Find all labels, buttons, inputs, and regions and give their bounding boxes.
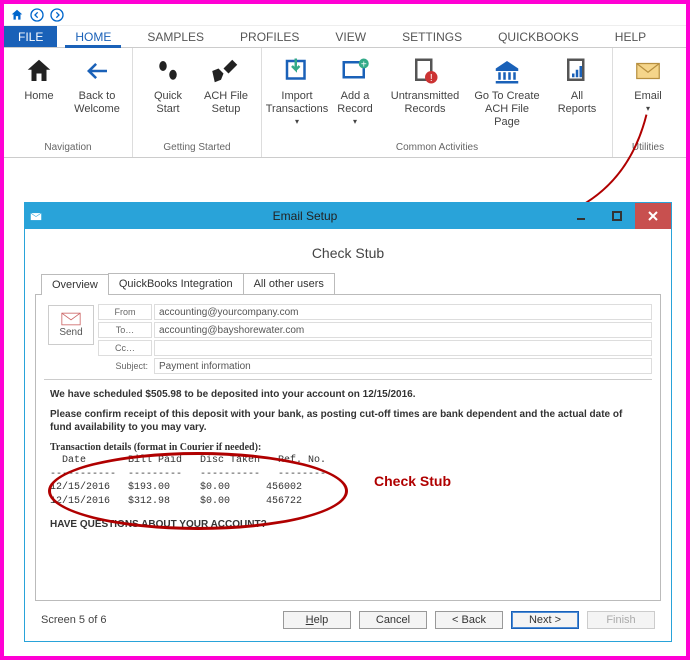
body-footer: HAVE QUESTIONS ABOUT YOUR ACCOUNT? <box>50 518 646 532</box>
tab-file[interactable]: FILE <box>4 26 57 47</box>
table-row: 12/15/2016 $312.98 $0.00 456722 <box>50 495 646 509</box>
tab-help[interactable]: HELP <box>597 26 664 47</box>
chevron-down-icon: ▾ <box>295 117 299 127</box>
to-label[interactable]: To… <box>98 322 152 338</box>
tab-samples[interactable]: SAMPLES <box>129 26 222 47</box>
body-line: We have scheduled $505.98 to be deposite… <box>50 388 646 402</box>
back-button[interactable]: < Back <box>435 611 503 629</box>
envelope-icon <box>633 54 663 88</box>
group-title: Navigation <box>4 139 132 157</box>
nav-back-icon[interactable] <box>28 6 46 24</box>
quick-access-toolbar <box>4 4 686 26</box>
help-button[interactable]: Help <box>283 611 351 629</box>
subject-value[interactable]: Payment information <box>154 358 652 374</box>
next-button[interactable]: Next > <box>511 611 579 629</box>
chevron-down-icon: ▾ <box>646 104 650 114</box>
sub-tab-qb-integration[interactable]: QuickBooks Integration <box>108 273 244 294</box>
tab-quickbooks[interactable]: QUICKBOOKS <box>480 26 597 47</box>
ribbon-quick-start-button[interactable]: Quick Start <box>139 50 197 116</box>
tab-home[interactable]: HOME <box>57 26 129 47</box>
ribbon-tabs: FILE HOME SAMPLES PROFILES VIEW SETTINGS… <box>4 26 686 48</box>
email-setup-dialog: Email Setup Check Stub Overview QuickBoo… <box>24 202 672 642</box>
body-line: Please confirm receipt of this deposit w… <box>50 408 646 435</box>
cancel-button[interactable]: Cancel <box>359 611 427 629</box>
ribbon-ach-setup-button[interactable]: ACH File Setup <box>197 50 255 116</box>
ribbon-back-welcome-button[interactable]: Back to Welcome <box>68 50 126 116</box>
dialog-subhead: Check Stub <box>35 235 661 273</box>
group-title: Common Activities <box>262 139 612 157</box>
minimize-button[interactable] <box>563 203 599 229</box>
group-title: Utilities <box>613 139 683 157</box>
screen-indicator: Screen 5 of 6 <box>41 614 106 626</box>
footprints-icon <box>153 54 183 88</box>
tx-sep: ----------- --------- ---------- -------… <box>50 468 646 482</box>
ribbon-import-tx-button[interactable]: Import Transactions ▾ <box>268 50 326 127</box>
dialog-title: Email Setup <box>47 209 563 223</box>
overview-panel: Send Fromaccounting@yourcompany.com To…a… <box>35 294 661 601</box>
from-value[interactable]: accounting@yourcompany.com <box>154 304 652 320</box>
doc-alert-icon: ! <box>410 54 440 88</box>
annotation-label: Check Stub <box>374 472 451 491</box>
dialog-sub-tabs: Overview QuickBooks Integration All othe… <box>41 273 661 294</box>
bank-icon <box>492 54 522 88</box>
reports-icon <box>562 54 592 88</box>
dialog-titlebar[interactable]: Email Setup <box>25 203 671 229</box>
subject-label: Subject: <box>98 358 152 374</box>
ribbon-untransmitted-button[interactable]: ! Untransmitted Records <box>384 50 466 116</box>
tab-profiles[interactable]: PROFILES <box>222 26 317 47</box>
import-icon <box>282 54 312 88</box>
home-icon <box>24 54 54 88</box>
finish-button: Finish <box>587 611 655 629</box>
group-title: Getting Started <box>133 139 261 157</box>
back-arrow-icon <box>82 54 112 88</box>
maximize-button[interactable] <box>599 203 635 229</box>
ribbon-email-button[interactable]: Email ▾ <box>619 50 677 114</box>
sub-tab-all-other[interactable]: All other users <box>243 273 335 294</box>
nav-fwd-icon[interactable] <box>48 6 66 24</box>
ribbon-add-record-button[interactable]: + Add a Record ▾ <box>326 50 384 127</box>
table-row: 12/15/2016 $193.00 $0.00 456002 <box>50 481 646 495</box>
tools-icon <box>211 54 241 88</box>
svg-text:+: + <box>361 59 367 70</box>
send-button[interactable]: Send <box>48 305 94 345</box>
ribbon-all-reports-button[interactable]: All Reports <box>548 50 606 116</box>
tx-cols: Date Bill Paid Disc Taken Ref. No. <box>50 454 646 468</box>
dialog-icon <box>25 209 47 223</box>
email-body-preview: We have scheduled $505.98 to be deposite… <box>44 379 652 592</box>
tab-view[interactable]: VIEW <box>317 26 384 47</box>
ribbon-home-button[interactable]: Home <box>10 50 68 103</box>
tx-header: Transaction details (format in Courier i… <box>50 441 646 455</box>
add-record-icon: + <box>340 54 370 88</box>
cc-value[interactable] <box>154 340 652 356</box>
tab-settings[interactable]: SETTINGS <box>384 26 480 47</box>
cc-label[interactable]: Cc… <box>98 340 152 356</box>
to-value[interactable]: accounting@bayshorewater.com <box>154 322 652 338</box>
home-icon[interactable] <box>8 6 26 24</box>
chevron-down-icon: ▾ <box>353 117 357 127</box>
sub-tab-overview[interactable]: Overview <box>41 274 109 295</box>
ribbon: Home Back to Welcome Navigation Quick St… <box>4 48 686 158</box>
close-button[interactable] <box>635 203 671 229</box>
ribbon-create-ach-button[interactable]: Go To Create ACH File Page <box>466 50 548 130</box>
from-label[interactable]: From <box>98 304 152 320</box>
svg-text:!: ! <box>430 73 433 84</box>
